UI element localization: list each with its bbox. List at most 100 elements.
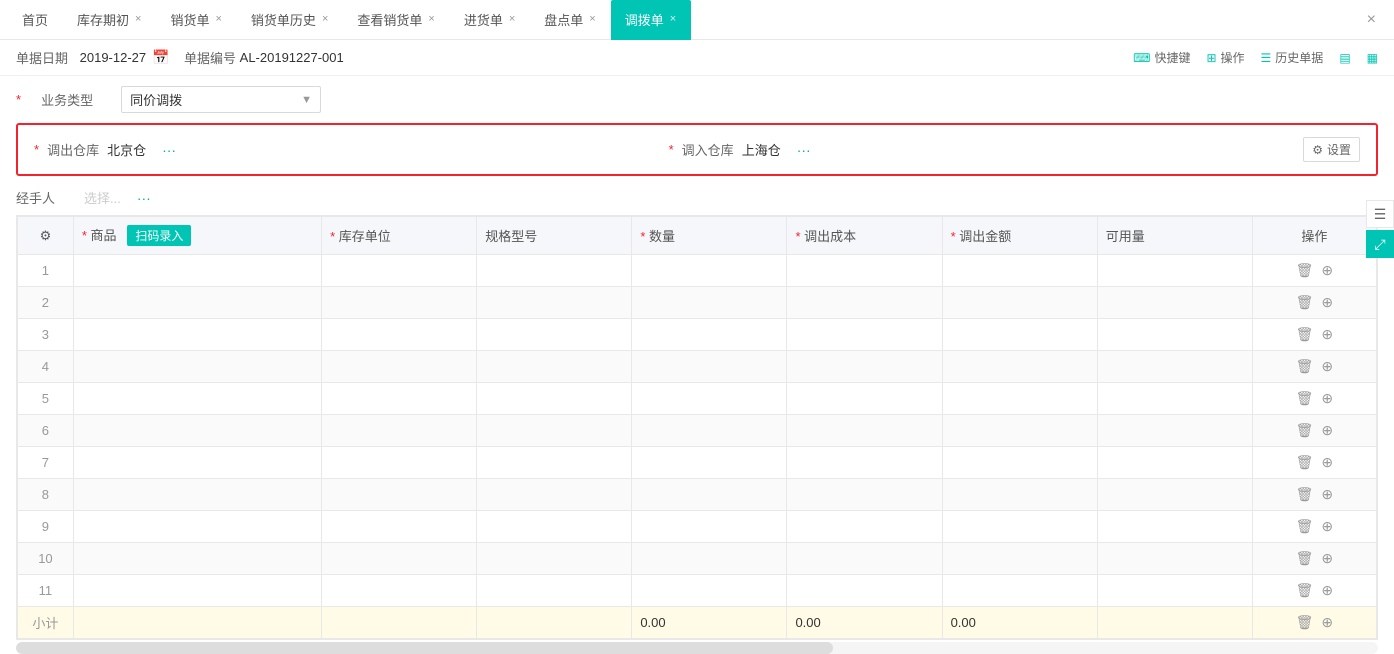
delete-icon[interactable]: 🗑 (1296, 294, 1314, 311)
operation-action[interactable]: ⊞ 操作 (1206, 49, 1244, 66)
cell-cost[interactable] (787, 543, 942, 575)
cell-available[interactable] (1097, 479, 1252, 511)
cell-amount[interactable] (942, 447, 1097, 479)
cell-product[interactable] (73, 351, 321, 383)
cell-amount[interactable] (942, 255, 1097, 287)
cell-spec[interactable] (477, 447, 632, 479)
cell-available[interactable] (1097, 511, 1252, 543)
delete-icon[interactable]: 🗑 (1296, 326, 1314, 343)
cell-spec[interactable] (477, 415, 632, 447)
sidebar-list-button[interactable]: ☰ (1366, 200, 1394, 228)
cell-product[interactable] (73, 543, 321, 575)
handler-more-btn[interactable]: ··· (137, 190, 151, 206)
cell-amount[interactable] (942, 479, 1097, 511)
transfer-in-more-btn[interactable]: ··· (797, 142, 811, 158)
delete-icon[interactable]: 🗑 (1296, 358, 1314, 375)
cell-amount[interactable] (942, 383, 1097, 415)
cell-unit[interactable] (322, 415, 477, 447)
cell-available[interactable] (1097, 287, 1252, 319)
copy-icon[interactable]: ⊕ (1321, 454, 1333, 471)
tab-transfer[interactable]: 调拨单 × (611, 0, 691, 40)
cell-available[interactable] (1097, 255, 1252, 287)
tab-close-purchase-order[interactable]: × (509, 14, 515, 25)
cell-qty[interactable] (632, 383, 787, 415)
cell-spec[interactable] (477, 319, 632, 351)
copy-icon[interactable]: ⊕ (1321, 262, 1333, 279)
layout2-action[interactable]: ▦ (1367, 51, 1378, 65)
tab-inventory-init[interactable]: 库存期初 × (63, 0, 156, 40)
cell-qty[interactable] (632, 479, 787, 511)
business-type-select[interactable]: 同价调拨 ▼ (121, 86, 321, 113)
cell-spec[interactable] (477, 511, 632, 543)
cell-unit[interactable] (322, 447, 477, 479)
setting-button[interactable]: ⚙ 设置 (1303, 137, 1360, 162)
cell-unit[interactable] (322, 255, 477, 287)
tab-close-sales-history[interactable]: × (322, 14, 328, 25)
tab-close-inventory-init[interactable]: × (135, 14, 141, 25)
tab-home[interactable]: 首页 (8, 0, 63, 40)
cell-qty[interactable] (632, 511, 787, 543)
cell-unit[interactable] (322, 383, 477, 415)
transfer-out-more-btn[interactable]: ··· (162, 142, 176, 158)
cell-spec[interactable] (477, 287, 632, 319)
cell-qty[interactable] (632, 255, 787, 287)
copy-icon[interactable]: ⊕ (1321, 294, 1333, 311)
cell-product[interactable] (73, 447, 321, 479)
calendar-icon[interactable]: 📅 (152, 49, 169, 66)
cell-cost[interactable] (787, 447, 942, 479)
cell-unit[interactable] (322, 479, 477, 511)
scan-button[interactable]: 扫码录入 (127, 225, 191, 246)
cell-spec[interactable] (477, 575, 632, 607)
copy-icon[interactable]: ⊕ (1321, 582, 1333, 599)
cell-amount[interactable] (942, 319, 1097, 351)
cell-product[interactable] (73, 383, 321, 415)
cell-available[interactable] (1097, 319, 1252, 351)
cell-qty[interactable] (632, 543, 787, 575)
copy-icon[interactable]: ⊕ (1321, 550, 1333, 567)
cell-spec[interactable] (477, 543, 632, 575)
subtotal-copy-icon[interactable]: ⊕ (1321, 614, 1333, 631)
cell-product[interactable] (73, 575, 321, 607)
copy-icon[interactable]: ⊕ (1321, 358, 1333, 375)
copy-icon[interactable]: ⊕ (1321, 486, 1333, 503)
handler-placeholder[interactable]: 选择... (84, 188, 121, 207)
cell-product[interactable] (73, 287, 321, 319)
delete-icon[interactable]: 🗑 (1296, 390, 1314, 407)
delete-icon[interactable]: 🗑 (1296, 262, 1314, 279)
cell-spec[interactable] (477, 255, 632, 287)
cell-amount[interactable] (942, 543, 1097, 575)
cell-spec[interactable] (477, 479, 632, 511)
cell-amount[interactable] (942, 287, 1097, 319)
cell-product[interactable] (73, 255, 321, 287)
cell-cost[interactable] (787, 319, 942, 351)
tab-close-stocktake[interactable]: × (589, 14, 595, 25)
cell-qty[interactable] (632, 575, 787, 607)
tab-close-sales-order[interactable]: × (215, 14, 221, 25)
shortcut-action[interactable]: ⌨ 快捷键 (1133, 49, 1190, 66)
cell-spec[interactable] (477, 351, 632, 383)
copy-icon[interactable]: ⊕ (1321, 518, 1333, 535)
tab-sales-history[interactable]: 销货单历史 × (237, 0, 343, 40)
tab-purchase-order[interactable]: 进货单 × (450, 0, 530, 40)
cell-unit[interactable] (322, 511, 477, 543)
cell-unit[interactable] (322, 543, 477, 575)
sidebar-expand-button[interactable]: ⤢ (1366, 230, 1394, 258)
cell-available[interactable] (1097, 543, 1252, 575)
cell-unit[interactable] (322, 575, 477, 607)
cell-amount[interactable] (942, 415, 1097, 447)
cell-product[interactable] (73, 511, 321, 543)
copy-icon[interactable]: ⊕ (1321, 326, 1333, 343)
cell-unit[interactable] (322, 319, 477, 351)
tab-view-sales[interactable]: 查看销货单 × (343, 0, 449, 40)
tab-sales-order[interactable]: 销货单 × (156, 0, 236, 40)
cell-cost[interactable] (787, 511, 942, 543)
horizontal-scrollbar[interactable] (16, 642, 1378, 654)
cell-qty[interactable] (632, 287, 787, 319)
cell-available[interactable] (1097, 383, 1252, 415)
cell-amount[interactable] (942, 511, 1097, 543)
tab-close-transfer[interactable]: × (670, 14, 676, 25)
cell-amount[interactable] (942, 575, 1097, 607)
cell-qty[interactable] (632, 319, 787, 351)
subtotal-delete-icon[interactable]: 🗑 (1296, 614, 1314, 631)
cell-amount[interactable] (942, 351, 1097, 383)
